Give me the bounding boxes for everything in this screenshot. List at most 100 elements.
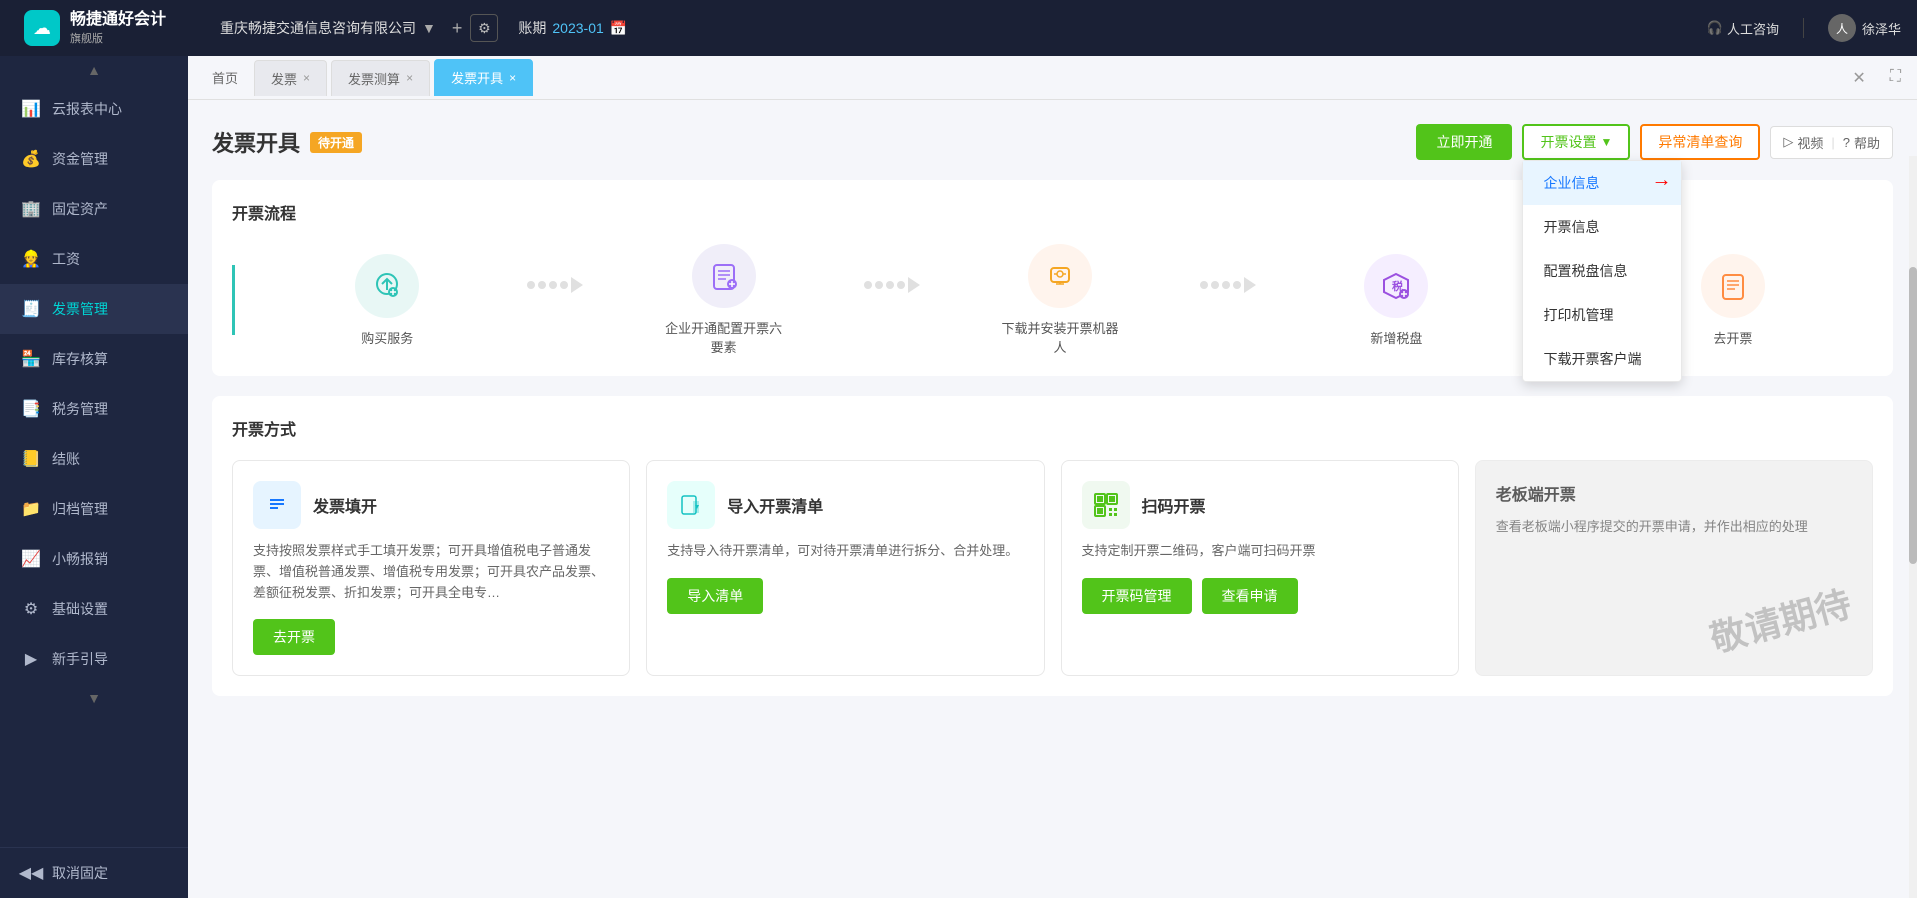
settings-button[interactable]: 开票设置 ▼ [1522, 124, 1630, 160]
logo-area: ☁ 畅捷通好会计 旗舰版 [16, 10, 174, 46]
period-label: 账期 [518, 18, 546, 38]
sidebar-label-inventory: 库存核算 [52, 349, 108, 369]
sidebar-item-settings[interactable]: ⚙ 基础设置 [0, 584, 188, 634]
billing-card-2-desc: 支持导入待开票清单，可对待开票清单进行拆分、合并处理。 [667, 541, 1023, 562]
invoice-icon: 🧾 [20, 298, 42, 320]
sidebar-label-fund: 资金管理 [52, 149, 108, 169]
logo-text-block: 畅捷通好会计 旗舰版 [70, 10, 166, 45]
tab-bar-close-icon[interactable]: ✕ [1844, 64, 1873, 92]
sidebar-item-invoice-management[interactable]: 🧾 发票管理 [0, 284, 188, 334]
billing-card-3-buttons: 开票码管理 查看申请 [1082, 578, 1438, 614]
sidebar-item-guide[interactable]: ▶ 新手引导 [0, 634, 188, 684]
billing-card-3-desc: 支持定制开票二维码，客户端可扫码开票 [1082, 541, 1438, 562]
billing-card-2-header: 导入开票清单 [667, 481, 1023, 529]
qr-code-manage-button[interactable]: 开票码管理 [1082, 578, 1192, 614]
tab-invoice-calc[interactable]: 发票测算 × [331, 60, 430, 96]
video-button[interactable]: 视频 [1797, 133, 1823, 152]
company-selector[interactable]: 重庆畅捷交通信息咨询有限公司 ▼ [220, 18, 436, 38]
step3-icon [1028, 244, 1092, 308]
sidebar-scroll-up[interactable]: ▲ [0, 56, 188, 84]
billing-card-3-header: 扫码开票 [1082, 481, 1438, 529]
dropdown-item-download-client[interactable]: 下载开票客户端 [1523, 337, 1681, 381]
step2-label: 企业开通配置开票六要素 [664, 318, 784, 356]
manual-invoice-button[interactable]: 去开票 [253, 619, 335, 655]
import-list-button[interactable]: 导入清单 [667, 578, 763, 614]
tab-home[interactable]: 首页 [196, 60, 254, 95]
view-application-button[interactable]: 查看申请 [1202, 578, 1298, 614]
settlement-icon: 📒 [20, 448, 42, 470]
add-company-button[interactable]: + [452, 18, 463, 39]
step5-label: 去开票 [1713, 328, 1752, 347]
sidebar-label-expense: 小畅报销 [52, 549, 108, 569]
sidebar-item-cloud-reports[interactable]: 📊 云报表中心 [0, 84, 188, 134]
pending-badge: 待开通 [310, 132, 362, 153]
sidebar-scroll-down[interactable]: ▼ [0, 684, 188, 712]
period-value: 2023-01 [552, 20, 603, 36]
tab-invoice-issue-close[interactable]: × [509, 71, 516, 85]
tab-invoice-issue[interactable]: 发票开具 × [434, 59, 533, 96]
sidebar-item-unpin[interactable]: ◀◀ 取消固定 [0, 848, 188, 898]
settings-button[interactable]: ⚙ [470, 14, 498, 42]
tab-bar-expand-icon[interactable]: ⛶ [1882, 64, 1909, 92]
billing-card-1-title: 发票填开 [313, 493, 377, 517]
dropdown-item-invoice-info[interactable]: 开票信息 [1523, 205, 1681, 249]
sidebar-label-settings: 基础设置 [52, 599, 108, 619]
billing-methods-section: 开票方式 发票填开 支持按照发票样式手工填开发票；可开具增值 [212, 396, 1893, 696]
sidebar-item-tax-management[interactable]: 📑 税务管理 [0, 384, 188, 434]
content-area: 首页 发票 × 发票测算 × 发票开具 × ✕ ⛶ [188, 56, 1917, 898]
red-arrow-icon: → [1651, 169, 1671, 192]
help-button[interactable]: 帮助 [1854, 133, 1880, 152]
billing-card-boss: 老板端开票 查看老板端小程序提交的开票申请，并作出相应的处理 敬请期待 [1475, 460, 1873, 676]
sidebar-label-archive: 归档管理 [52, 499, 108, 519]
abnormal-list-button[interactable]: 异常清单查询 [1640, 124, 1760, 160]
tab-invoice[interactable]: 发票 × [254, 60, 327, 96]
connector2 [864, 277, 920, 293]
billing-methods-title: 开票方式 [232, 416, 1873, 440]
scrollbar-thumb[interactable] [1909, 267, 1917, 564]
sidebar-label-guide: 新手引导 [52, 649, 108, 669]
sidebar-item-expense[interactable]: 📈 小畅报销 [0, 534, 188, 584]
tab-invoice-label: 发票 [271, 69, 297, 88]
sidebar-bottom: ◀◀ 取消固定 [0, 847, 188, 898]
step1-label: 购买服务 [361, 328, 413, 347]
help-area: ▷ 视频 | ? 帮助 [1770, 126, 1893, 159]
tax-icon: 📑 [20, 398, 42, 420]
billing-card-1-icon [253, 481, 301, 529]
top-bar-center: 重庆畅捷交通信息咨询有限公司 ▼ + ⚙ 账期 2023-01 📅 [190, 14, 1707, 42]
sidebar-item-archive[interactable]: 📁 归档管理 [0, 484, 188, 534]
dropdown-item-printer[interactable]: 打印机管理 [1523, 293, 1681, 337]
step1-icon [355, 254, 419, 318]
dropdown-item-tax-config[interactable]: 配置税盘信息 [1523, 249, 1681, 293]
billing-card-4-header: 老板端开票 [1496, 481, 1852, 505]
consultation-button[interactable]: 🎧 人工咨询 [1707, 19, 1779, 38]
fixed-assets-icon: 🏢 [20, 198, 42, 220]
connector3 [1200, 277, 1256, 293]
billing-card-1-desc: 支持按照发票样式手工填开发票；可开具增值税电子普通发票、增值税普通发票、增值税专… [253, 541, 609, 603]
top-bar: ☁ 畅捷通好会计 旗舰版 重庆畅捷交通信息咨询有限公司 ▼ + ⚙ 账期 202… [0, 0, 1917, 56]
salary-icon: 👷 [20, 248, 42, 270]
tab-invoice-close[interactable]: × [303, 71, 310, 85]
sidebar-item-settlement[interactable]: 📒 结账 [0, 434, 188, 484]
tab-invoice-issue-label: 发票开具 [451, 68, 503, 87]
sidebar-label-invoice: 发票管理 [52, 299, 108, 319]
sidebar-item-fund-management[interactable]: 💰 资金管理 [0, 134, 188, 184]
sidebar-item-fixed-assets[interactable]: 🏢 固定资产 [0, 184, 188, 234]
expense-icon: 📈 [20, 548, 42, 570]
flow-step-2: 企业开通配置开票六要素 [583, 244, 863, 356]
billing-card-manual: 发票填开 支持按照发票样式手工填开发票；可开具增值税电子普通发票、增值税普通发票… [232, 460, 630, 676]
billing-methods-grid: 发票填开 支持按照发票样式手工填开发票；可开具增值税电子普通发票、增值税普通发票… [232, 460, 1873, 676]
tab-bar: 首页 发票 × 发票测算 × 发票开具 × ✕ ⛶ [188, 56, 1917, 100]
sidebar-label-salary: 工资 [52, 249, 80, 269]
connector1 [527, 277, 583, 293]
sidebar-item-salary[interactable]: 👷 工资 [0, 234, 188, 284]
calendar-icon[interactable]: 📅 [610, 20, 627, 37]
tab-invoice-calc-close[interactable]: × [406, 71, 413, 85]
page-title-text: 发票开具 [212, 126, 300, 158]
sidebar-item-inventory[interactable]: 🏪 库存核算 [0, 334, 188, 384]
activate-button[interactable]: 立即开通 [1416, 124, 1512, 160]
logo-subtitle: 旗舰版 [70, 30, 166, 46]
billing-card-qr: 扫码开票 支持定制开票二维码，客户端可扫码开票 开票码管理 查看申请 [1061, 460, 1459, 676]
settings-dropdown-arrow: ▼ [1600, 135, 1612, 149]
dropdown-item-company-info[interactable]: 企业信息 → [1523, 161, 1681, 205]
user-area[interactable]: 人 徐泽华 [1828, 14, 1901, 42]
